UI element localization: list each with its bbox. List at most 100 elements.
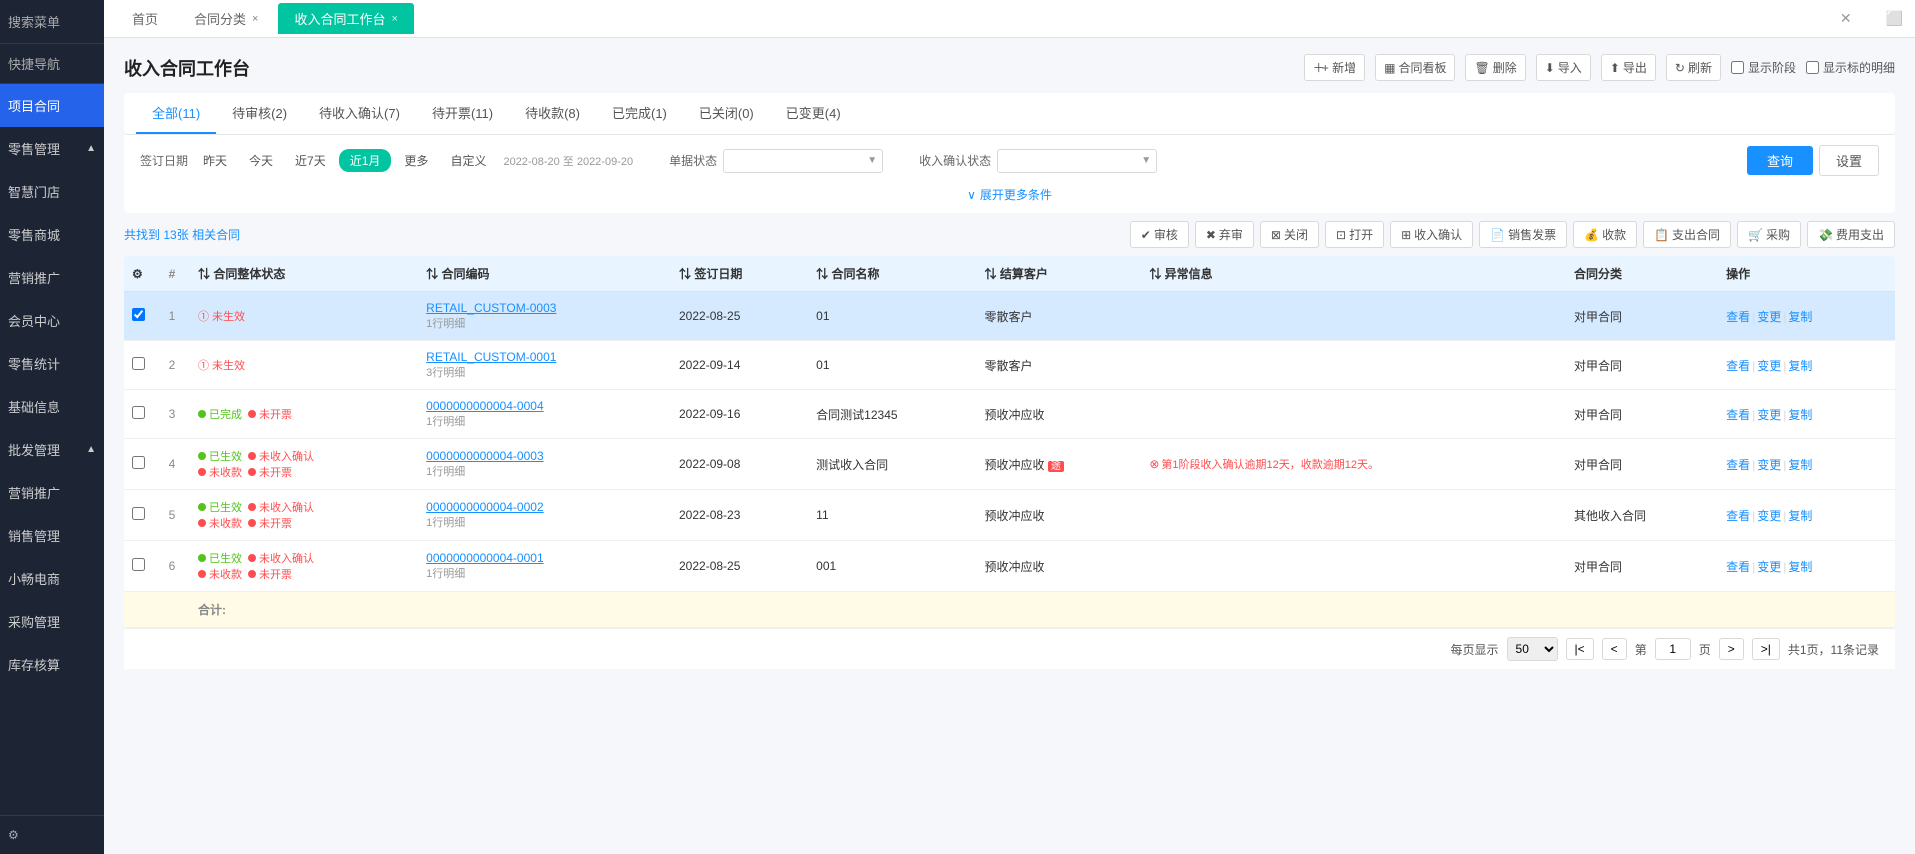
expense-btn[interactable]: 💸 费用支出 bbox=[1807, 221, 1895, 248]
date-yesterday[interactable]: 昨天 bbox=[194, 149, 236, 172]
prev-page-btn[interactable]: < bbox=[1602, 638, 1627, 660]
filter-tab-pending-pay[interactable]: 待收款(8) bbox=[509, 93, 596, 134]
view-link[interactable]: 查看 bbox=[1726, 560, 1750, 574]
open-btn[interactable]: ⊡ 打开 bbox=[1325, 221, 1384, 248]
panel-btn[interactable]: ▦ 合同看板 bbox=[1375, 54, 1455, 81]
row-checkbox[interactable] bbox=[132, 308, 145, 321]
show-mark-checkbox[interactable]: 显示标的明细 bbox=[1806, 59, 1895, 76]
row-code[interactable]: RETAIL_CUSTOM-00013行明细 bbox=[418, 341, 671, 390]
row-operations[interactable]: 查看|变更|复制 bbox=[1718, 541, 1895, 592]
export-btn[interactable]: ⬆ 导出 bbox=[1601, 54, 1656, 81]
collect-btn[interactable]: 💰 收款 bbox=[1573, 221, 1637, 248]
tab-contract-type[interactable]: 合同分类 × bbox=[178, 3, 274, 34]
date-last7[interactable]: 近7天 bbox=[286, 149, 335, 172]
sidebar-item-purchase[interactable]: 采购管理 bbox=[0, 600, 104, 643]
close-btn[interactable]: ⊠ 关闭 bbox=[1260, 221, 1319, 248]
sidebar-item-online[interactable]: 零售商城 bbox=[0, 213, 104, 256]
row-operations[interactable]: 查看|变更|复制 bbox=[1718, 341, 1895, 390]
pay-contract-btn[interactable]: 📋 支出合同 bbox=[1643, 221, 1731, 248]
delete-btn[interactable]: 🗑 删除 bbox=[1465, 54, 1525, 81]
row-checkbox[interactable] bbox=[132, 507, 145, 520]
copy-link[interactable]: 复制 bbox=[1788, 408, 1812, 422]
edit-link[interactable]: 变更 bbox=[1757, 310, 1781, 324]
tab-income-contract[interactable]: 收入合同工作台 × bbox=[278, 3, 413, 34]
new-btn[interactable]: ＋ + 新增 bbox=[1304, 54, 1365, 81]
filter-tab-changed[interactable]: 已变更(4) bbox=[770, 93, 857, 134]
row-code[interactable]: RETAIL_CUSTOM-00031行明细 bbox=[418, 292, 671, 341]
abandon-btn[interactable]: ✖ 弃审 bbox=[1195, 221, 1254, 248]
row-checkbox[interactable] bbox=[132, 357, 145, 370]
page-input[interactable] bbox=[1655, 638, 1691, 660]
sidebar-item-sales[interactable]: 销售管理 bbox=[0, 514, 104, 557]
copy-link[interactable]: 复制 bbox=[1788, 509, 1812, 523]
edit-link[interactable]: 变更 bbox=[1757, 359, 1781, 373]
copy-link[interactable]: 复制 bbox=[1788, 560, 1812, 574]
sidebar-item-smart[interactable]: 智慧门店 bbox=[0, 170, 104, 213]
copy-link[interactable]: 复制 bbox=[1788, 359, 1812, 373]
import-btn[interactable]: ⬇ 导入 bbox=[1536, 54, 1591, 81]
sidebar-item-marketing[interactable]: 营销推广 bbox=[0, 256, 104, 299]
date-today[interactable]: 今天 bbox=[240, 149, 282, 172]
date-last1m[interactable]: 近1月 bbox=[339, 149, 392, 172]
sidebar-quick-nav[interactable]: 快捷导航 bbox=[0, 44, 104, 84]
row-checkbox[interactable] bbox=[132, 406, 145, 419]
sidebar-item-stat[interactable]: 零售统计 bbox=[0, 342, 104, 385]
col-settings[interactable]: ⚙ bbox=[124, 256, 154, 292]
row-checkbox[interactable] bbox=[132, 456, 145, 469]
window-maximize-btn[interactable]: ⬜ bbox=[1886, 10, 1903, 27]
sidebar-item-stock[interactable]: 库存核算 bbox=[0, 643, 104, 686]
review-btn[interactable]: ✔ 审核 bbox=[1130, 221, 1189, 248]
per-page-select[interactable]: 50 100 200 bbox=[1507, 637, 1558, 661]
sidebar-item-retail[interactable]: 零售管理 ▲ bbox=[0, 127, 104, 170]
row-code[interactable]: 0000000000004-00031行明细 bbox=[418, 439, 671, 490]
view-link[interactable]: 查看 bbox=[1726, 509, 1750, 523]
sidebar-item-member[interactable]: 会员中心 bbox=[0, 299, 104, 342]
date-more[interactable]: 更多 bbox=[395, 149, 437, 172]
sidebar-item-mkt2[interactable]: 营销推广 bbox=[0, 471, 104, 514]
doc-status-select[interactable] bbox=[723, 149, 883, 173]
tab-close-contract-type[interactable]: × bbox=[252, 13, 258, 25]
row-operations[interactable]: 查看|变更|复制 bbox=[1718, 390, 1895, 439]
copy-link[interactable]: 复制 bbox=[1788, 310, 1812, 324]
edit-link[interactable]: 变更 bbox=[1757, 509, 1781, 523]
filter-tab-all[interactable]: 全部(11) bbox=[136, 93, 216, 134]
sidebar-item-basic[interactable]: 基础信息 bbox=[0, 385, 104, 428]
refresh-btn[interactable]: ↻ 刷新 bbox=[1666, 54, 1721, 81]
row-code[interactable]: 0000000000004-00021行明细 bbox=[418, 490, 671, 541]
income-confirm-btn[interactable]: ⊞ 收入确认 bbox=[1390, 221, 1473, 248]
expand-filter-btn[interactable]: ∨ 展开更多条件 bbox=[967, 186, 1052, 203]
tab-home[interactable]: 首页 bbox=[116, 3, 174, 34]
row-code[interactable]: 0000000000004-00041行明细 bbox=[418, 390, 671, 439]
sidebar-search[interactable]: 搜索菜单 bbox=[0, 0, 104, 44]
sidebar-item-ecom[interactable]: 小畅电商 bbox=[0, 557, 104, 600]
show-stage-checkbox[interactable]: 显示阶段 bbox=[1731, 59, 1796, 76]
view-link[interactable]: 查看 bbox=[1726, 458, 1750, 472]
sidebar-item-project[interactable]: 项目合同 bbox=[0, 84, 104, 127]
next-page-btn[interactable]: > bbox=[1719, 638, 1744, 660]
edit-link[interactable]: 变更 bbox=[1757, 560, 1781, 574]
row-operations[interactable]: 查看|变更|复制 bbox=[1718, 292, 1895, 341]
copy-link[interactable]: 复制 bbox=[1788, 458, 1812, 472]
row-operations[interactable]: 查看|变更|复制 bbox=[1718, 490, 1895, 541]
tab-close-income-contract[interactable]: × bbox=[391, 13, 397, 25]
sales-invoice-btn[interactable]: 📄 销售发票 bbox=[1479, 221, 1567, 248]
settings-icon[interactable]: ⚙ bbox=[0, 815, 104, 854]
window-close-btn[interactable]: ✕ bbox=[1840, 10, 1852, 27]
filter-settings-button[interactable]: 设置 bbox=[1819, 145, 1879, 176]
row-checkbox[interactable] bbox=[132, 558, 145, 571]
query-button[interactable]: 查询 bbox=[1747, 146, 1813, 175]
view-link[interactable]: 查看 bbox=[1726, 359, 1750, 373]
filter-tab-pending-confirm[interactable]: 待收入确认(7) bbox=[303, 93, 416, 134]
edit-link[interactable]: 变更 bbox=[1757, 408, 1781, 422]
filter-tab-pending-review[interactable]: 待审核(2) bbox=[216, 93, 303, 134]
first-page-btn[interactable]: |< bbox=[1566, 638, 1594, 660]
last-page-btn[interactable]: >| bbox=[1752, 638, 1780, 660]
filter-tab-done[interactable]: 已完成(1) bbox=[596, 93, 683, 134]
filter-tab-pending-invoice[interactable]: 待开票(11) bbox=[416, 93, 509, 134]
purchase-btn[interactable]: 🛒 采购 bbox=[1737, 221, 1801, 248]
date-custom[interactable]: 自定义 bbox=[441, 149, 495, 172]
row-operations[interactable]: 查看|变更|复制 bbox=[1718, 439, 1895, 490]
income-status-select[interactable] bbox=[997, 149, 1157, 173]
filter-tab-closed[interactable]: 已关闭(0) bbox=[683, 93, 770, 134]
row-code[interactable]: 0000000000004-00011行明细 bbox=[418, 541, 671, 592]
